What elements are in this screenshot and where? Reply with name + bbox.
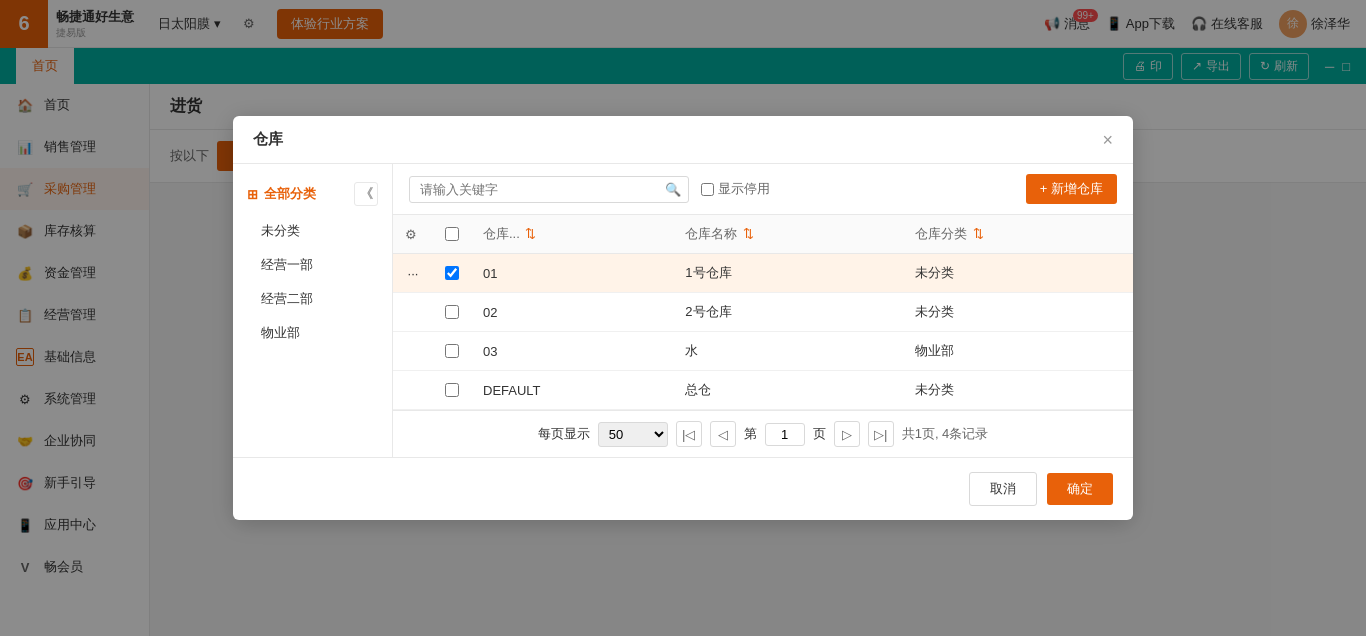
show-disabled-input[interactable] xyxy=(701,183,714,196)
th-category[interactable]: 仓库分类 ⇅ xyxy=(903,215,1133,254)
add-warehouse-btn[interactable]: + 新增仓库 xyxy=(1026,174,1117,204)
modal-title: 仓库 xyxy=(253,130,283,149)
row-category: 物业部 xyxy=(903,332,1133,371)
page-next-btn[interactable]: ▷ xyxy=(834,421,860,447)
row-name: 1号仓库 xyxy=(673,254,903,293)
row-category: 未分类 xyxy=(903,293,1133,332)
more-icon[interactable]: ··· xyxy=(408,266,419,281)
show-disabled-checkbox[interactable]: 显示停用 xyxy=(701,180,770,198)
row-index: 01 xyxy=(471,254,673,293)
th-checkbox xyxy=(433,215,471,254)
category-item-ops2[interactable]: 经营二部 xyxy=(233,282,392,316)
show-disabled-label: 显示停用 xyxy=(718,180,770,198)
row-action[interactable] xyxy=(393,371,433,410)
table-head: ⚙ 仓库... ⇅ xyxy=(393,215,1133,254)
th-settings[interactable]: ⚙ xyxy=(393,215,433,254)
row-checkbox-cell xyxy=(433,371,471,410)
th-category-label: 仓库分类 xyxy=(915,226,967,241)
row-index: 02 xyxy=(471,293,673,332)
row-category: 未分类 xyxy=(903,254,1133,293)
th-code-label: 仓库... xyxy=(483,226,520,241)
search-input[interactable] xyxy=(409,176,689,203)
category-panel: ⊞ 全部分类 《 未分类 经营一部 经营二部 物业部 xyxy=(233,164,393,457)
page-prev-btn[interactable]: ◁ xyxy=(710,421,736,447)
row-name: 2号仓库 xyxy=(673,293,903,332)
search-input-wrap: 🔍 xyxy=(409,176,689,203)
page-size-label: 每页显示 xyxy=(538,425,590,443)
row-checkbox[interactable] xyxy=(445,266,459,280)
select-all-checkbox[interactable] xyxy=(445,227,459,241)
modal-close-btn[interactable]: × xyxy=(1102,131,1113,149)
row-action[interactable] xyxy=(393,293,433,332)
category-item-ops1[interactable]: 经营一部 xyxy=(233,248,392,282)
page-first-btn[interactable]: |◁ xyxy=(676,421,702,447)
confirm-btn[interactable]: 确定 xyxy=(1047,473,1113,505)
row-action[interactable]: ··· xyxy=(393,254,433,293)
category-all[interactable]: ⊞ 全部分类 《 xyxy=(233,174,392,214)
th-name-label: 仓库名称 xyxy=(685,226,737,241)
category-item-label: 经营一部 xyxy=(261,257,313,272)
row-checkbox[interactable] xyxy=(445,383,459,397)
table-row[interactable]: 03 水 物业部 xyxy=(393,332,1133,371)
category-all-label: 全部分类 xyxy=(264,185,316,203)
category-item-label: 物业部 xyxy=(261,325,300,340)
page-last-btn[interactable]: ▷| xyxy=(868,421,894,447)
table-body: ··· 01 1号仓库 未分类 xyxy=(393,254,1133,410)
search-icon[interactable]: 🔍 xyxy=(665,182,681,197)
table-row[interactable]: ··· 01 1号仓库 未分类 xyxy=(393,254,1133,293)
modal-footer: 取消 确定 xyxy=(233,457,1133,520)
th-code[interactable]: 仓库... ⇅ xyxy=(471,215,673,254)
pagination: 每页显示 50 10 20 100 |◁ ◁ 第 页 ▷ ▷| 共1页, 4条记… xyxy=(393,410,1133,457)
category-item-unclassified[interactable]: 未分类 xyxy=(233,214,392,248)
page-prefix: 第 xyxy=(744,425,757,443)
row-name: 总仓 xyxy=(673,371,903,410)
row-checkbox[interactable] xyxy=(445,344,459,358)
modal-overlay: 仓库 × ⊞ 全部分类 《 未分类 经营一部 经营二部 xyxy=(0,0,1366,636)
total-info: 共1页, 4条记录 xyxy=(902,425,989,443)
category-item-property[interactable]: 物业部 xyxy=(233,316,392,350)
table-row[interactable]: 02 2号仓库 未分类 xyxy=(393,293,1133,332)
table-row[interactable]: DEFAULT 总仓 未分类 xyxy=(393,371,1133,410)
modal-body: ⊞ 全部分类 《 未分类 经营一部 经营二部 物业部 xyxy=(233,164,1133,457)
page-unit: 页 xyxy=(813,425,826,443)
modal-header: 仓库 × xyxy=(233,116,1133,164)
sort-icon-code: ⇅ xyxy=(525,226,536,241)
row-checkbox-cell xyxy=(433,254,471,293)
row-category: 未分类 xyxy=(903,371,1133,410)
category-item-label: 未分类 xyxy=(261,223,300,238)
sort-icon-name: ⇅ xyxy=(743,226,754,241)
row-name: 水 xyxy=(673,332,903,371)
collapse-btn[interactable]: 《 xyxy=(354,182,378,206)
row-action[interactable] xyxy=(393,332,433,371)
row-checkbox-cell xyxy=(433,293,471,332)
table-toolbar: 🔍 显示停用 + 新增仓库 xyxy=(393,164,1133,215)
category-item-label: 经营二部 xyxy=(261,291,313,306)
sort-icon-category: ⇅ xyxy=(973,226,984,241)
page-size-select[interactable]: 50 10 20 100 xyxy=(598,422,668,447)
row-checkbox-cell xyxy=(433,332,471,371)
th-name[interactable]: 仓库名称 ⇅ xyxy=(673,215,903,254)
row-index: 03 xyxy=(471,332,673,371)
page-input[interactable] xyxy=(765,423,805,446)
grid-icon: ⊞ xyxy=(247,187,258,202)
table-scroll: ⚙ 仓库... ⇅ xyxy=(393,215,1133,410)
table-panel: 🔍 显示停用 + 新增仓库 ⚙ xyxy=(393,164,1133,457)
row-checkbox[interactable] xyxy=(445,305,459,319)
warehouse-modal: 仓库 × ⊞ 全部分类 《 未分类 经营一部 经营二部 xyxy=(233,116,1133,520)
warehouse-table: ⚙ 仓库... ⇅ xyxy=(393,215,1133,410)
row-index: DEFAULT xyxy=(471,371,673,410)
cancel-btn[interactable]: 取消 xyxy=(969,472,1037,506)
